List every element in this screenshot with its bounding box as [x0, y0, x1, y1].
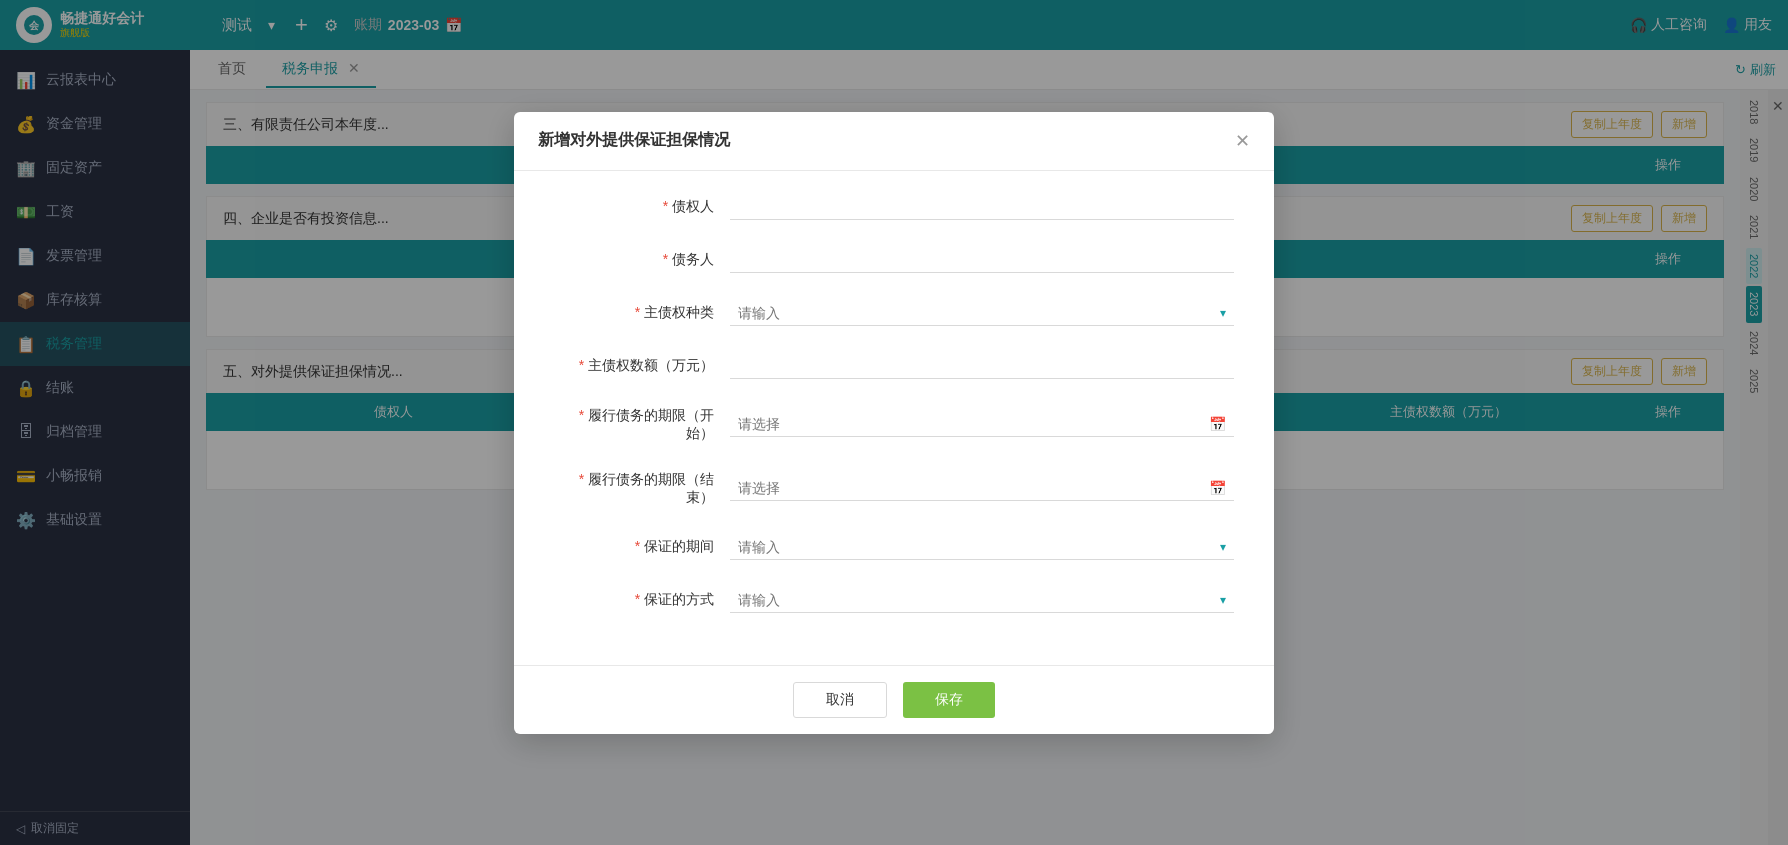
- dialog-close-button[interactable]: ✕: [1235, 130, 1250, 152]
- form-row-creditor: * 债权人: [554, 195, 1234, 220]
- dialog: 新增对外提供保证担保情况 ✕ * 债权人 * 债务人: [514, 112, 1274, 734]
- date-period-end[interactable]: 📅: [730, 476, 1234, 501]
- dialog-footer: 取消 保存: [514, 665, 1274, 734]
- input-debtor[interactable]: [730, 248, 1234, 273]
- select-debt-type[interactable]: ▾: [730, 301, 1234, 326]
- label-debtor: * 债务人: [554, 251, 714, 269]
- date-period-start[interactable]: 📅: [730, 412, 1234, 437]
- form-row-debtor: * 债务人: [554, 248, 1234, 273]
- form-row-period-start: * 履行债务的期限（开始） 📅: [554, 407, 1234, 443]
- form-row-guarantee-method: * 保证的方式 ▾: [554, 588, 1234, 613]
- input-debt-type[interactable]: [738, 305, 1220, 321]
- form-row-debt-type: * 主债权种类 ▾: [554, 301, 1234, 326]
- form-row-guarantee-period: * 保证的期间 ▾: [554, 535, 1234, 560]
- label-period-start: * 履行债务的期限（开始）: [554, 407, 714, 443]
- input-guarantee-period[interactable]: [738, 539, 1220, 555]
- label-guarantee-method: * 保证的方式: [554, 591, 714, 609]
- save-button[interactable]: 保存: [903, 682, 995, 718]
- chevron-down-icon-guarantee-period: ▾: [1220, 540, 1226, 554]
- calendar-start-icon: 📅: [1209, 416, 1226, 432]
- label-debt-type: * 主债权种类: [554, 304, 714, 322]
- label-guarantee-period: * 保证的期间: [554, 538, 714, 556]
- label-creditor: * 债权人: [554, 198, 714, 216]
- form-row-debt-amount: * 主债权数额（万元）: [554, 354, 1234, 379]
- chevron-down-icon-guarantee-method: ▾: [1220, 593, 1226, 607]
- input-guarantee-method[interactable]: [738, 592, 1220, 608]
- label-debt-amount: * 主债权数额（万元）: [554, 357, 714, 375]
- calendar-end-icon: 📅: [1209, 480, 1226, 496]
- dialog-overlay: 新增对外提供保证担保情况 ✕ * 债权人 * 债务人: [0, 0, 1788, 845]
- select-guarantee-period[interactable]: ▾: [730, 535, 1234, 560]
- dialog-body: * 债权人 * 债务人 * 主债权种类: [514, 171, 1274, 665]
- input-period-start[interactable]: [738, 416, 1209, 432]
- input-period-end[interactable]: [738, 480, 1209, 496]
- cancel-button[interactable]: 取消: [793, 682, 887, 718]
- label-period-end: * 履行债务的期限（结束）: [554, 471, 714, 507]
- chevron-down-icon-debt-type: ▾: [1220, 306, 1226, 320]
- input-creditor[interactable]: [730, 195, 1234, 220]
- dialog-header: 新增对外提供保证担保情况 ✕: [514, 112, 1274, 171]
- form-row-period-end: * 履行债务的期限（结束） 📅: [554, 471, 1234, 507]
- dialog-title: 新增对外提供保证担保情况: [538, 130, 730, 151]
- select-guarantee-method[interactable]: ▾: [730, 588, 1234, 613]
- input-debt-amount[interactable]: [730, 354, 1234, 379]
